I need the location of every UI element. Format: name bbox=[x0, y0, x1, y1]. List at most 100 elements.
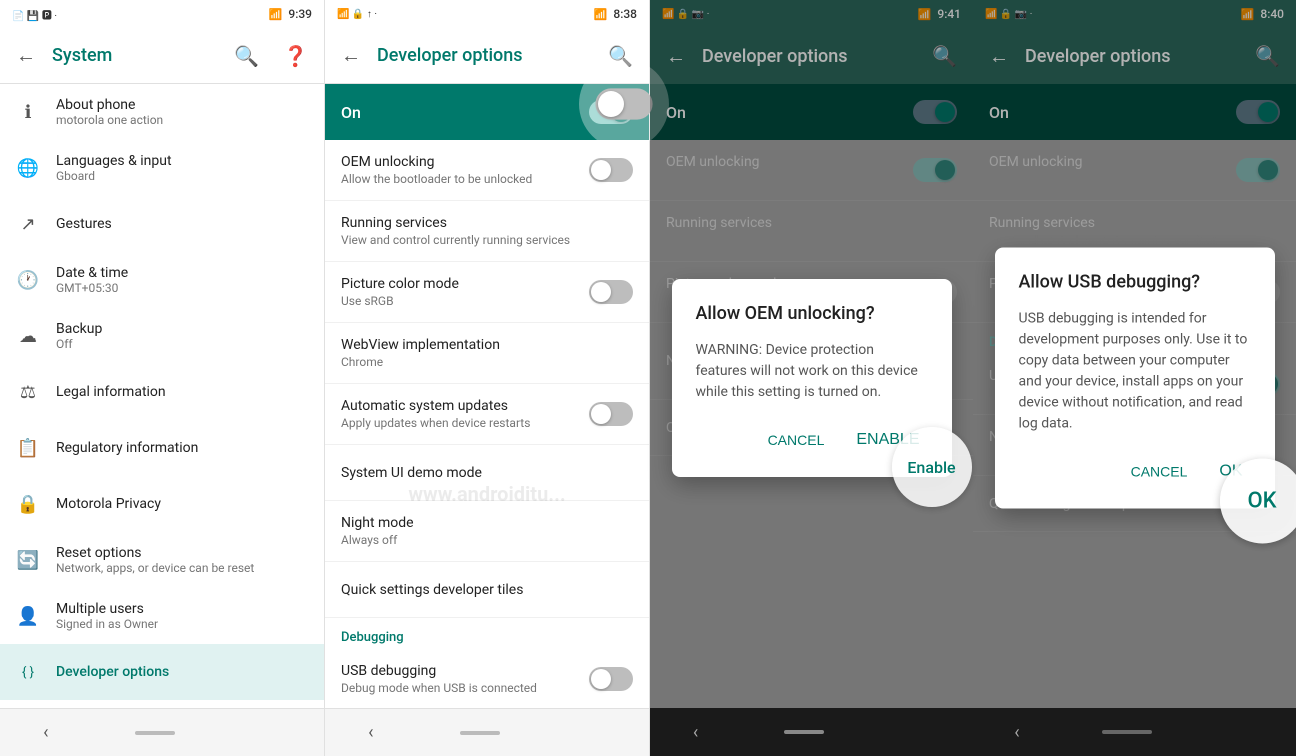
oem-dialog-title: Allow OEM unlocking? bbox=[696, 303, 928, 324]
back-nav-p3[interactable]: ‹ bbox=[693, 722, 698, 743]
gestures-icon: ↗ bbox=[16, 212, 40, 236]
languages-subtitle: Gboard bbox=[56, 169, 308, 183]
about-icon: ℹ bbox=[16, 100, 40, 124]
watermark-p2: www.androiditu... bbox=[408, 482, 565, 506]
home-pill-p4 bbox=[1102, 730, 1152, 734]
notification-icons-p2: 📶 🔒 ↑ · bbox=[337, 9, 377, 20]
dev-item-autoupdate[interactable]: Automatic system updates Apply updates w… bbox=[325, 384, 649, 445]
dev-item-nightmode[interactable]: Night mode Always off bbox=[325, 501, 649, 562]
status-bar-p2: 📶 🔒 ↑ · 📶 8:38 bbox=[325, 0, 649, 28]
bottom-nav-p3: ‹ bbox=[650, 708, 973, 756]
languages-title: Languages & input bbox=[56, 153, 308, 169]
oem-cancel-button[interactable]: Cancel bbox=[760, 427, 833, 453]
panel-developer-usb-dialog: 📶 🔒 📷 · 📶 8:40 ← Developer options 🔍 On … bbox=[973, 0, 1296, 756]
sidebar-item-developer[interactable]: { } Developer options bbox=[0, 644, 324, 700]
dev-item-webview[interactable]: WebView implementation Chrome bbox=[325, 323, 649, 384]
dev-item-quicktiles[interactable]: Quick settings developer tiles bbox=[325, 562, 649, 618]
home-pill-p2 bbox=[460, 731, 500, 735]
developer-title: Developer options bbox=[56, 664, 308, 680]
sidebar-item-gestures[interactable]: ↗ Gestures bbox=[0, 196, 324, 252]
enable-circle-overlay[interactable]: Enable bbox=[892, 427, 972, 507]
datetime-subtitle: GMT+05:30 bbox=[56, 281, 308, 295]
sidebar-item-backup[interactable]: ☁ Backup Off bbox=[0, 308, 324, 364]
usb-cancel-button[interactable]: Cancel bbox=[1123, 459, 1196, 485]
developer-icon: { } bbox=[16, 660, 40, 684]
panel-system-settings: 📄 💾 🅿 · 📶 9:39 ← System 🔍 ❓ ℹ About phon… bbox=[0, 0, 325, 756]
oem-dialog-container: Allow OEM unlocking? WARNING: Device pro… bbox=[672, 279, 952, 477]
sidebar-item-languages[interactable]: 🌐 Languages & input Gboard bbox=[0, 140, 324, 196]
sidebar-item-reset[interactable]: 🔄 Reset options Network, apps, or device… bbox=[0, 532, 324, 588]
developer-list-p2: OEM unlocking Allow the bootloader to be… bbox=[325, 140, 649, 708]
panel-developer-oem-dialog: 📶 🔒 📷 · 📶 9:41 ← Developer options 🔍 On … bbox=[650, 0, 973, 756]
sidebar-item-privacy[interactable]: 🔒 Motorola Privacy bbox=[0, 476, 324, 532]
gestures-title: Gestures bbox=[56, 216, 308, 232]
regulatory-icon: 📋 bbox=[16, 436, 40, 460]
back-nav-p2[interactable]: ‹ bbox=[368, 722, 373, 743]
time-p1: 9:39 bbox=[288, 7, 312, 21]
home-pill-p3 bbox=[784, 730, 824, 734]
enable-circle-label: Enable bbox=[907, 458, 955, 477]
search-icon-p1[interactable]: 🔍 bbox=[234, 44, 259, 68]
ok-circle-label: OK bbox=[1247, 489, 1276, 514]
settings-list: ℹ About phone motorola one action 🌐 Lang… bbox=[0, 84, 324, 708]
users-icon: 👤 bbox=[16, 604, 40, 628]
on-label-p2: On bbox=[341, 103, 589, 122]
about-title: About phone bbox=[56, 97, 308, 113]
dev-item-running[interactable]: Running services View and control curren… bbox=[325, 201, 649, 262]
privacy-title: Motorola Privacy bbox=[56, 496, 308, 512]
back-icon-p2[interactable]: ← bbox=[341, 43, 361, 68]
usb-dialog-title: Allow USB debugging? bbox=[1019, 272, 1251, 293]
page-title-p1: System bbox=[52, 45, 210, 66]
panel-developer-options: 📶 🔒 ↑ · 📶 8:38 ← Developer options 🔍 On … bbox=[325, 0, 650, 756]
bottom-nav-p1: ‹ bbox=[0, 708, 324, 756]
dev-item-usbdebug[interactable]: USB debugging Debug mode when USB is con… bbox=[325, 649, 649, 708]
reset-icon: 🔄 bbox=[16, 548, 40, 572]
bottom-nav-p2: ‹ bbox=[325, 708, 649, 756]
status-icons-p1: 📄 💾 🅿 · bbox=[12, 7, 57, 22]
notification-icons-p1: 📄 💾 🅿 · bbox=[12, 7, 57, 22]
usbdebug-toggle-p2[interactable] bbox=[589, 667, 633, 691]
backup-icon: ☁ bbox=[16, 324, 40, 348]
users-title: Multiple users bbox=[56, 601, 308, 617]
status-bar-p1: 📄 💾 🅿 · 📶 9:39 bbox=[0, 0, 324, 28]
about-subtitle: motorola one action bbox=[56, 113, 308, 127]
dev-item-oem[interactable]: OEM unlocking Allow the bootloader to be… bbox=[325, 140, 649, 201]
usb-dialog-container: Allow USB debugging? USB debugging is in… bbox=[995, 248, 1275, 509]
color-toggle-p2[interactable] bbox=[589, 280, 633, 304]
autoupdate-toggle-p2[interactable] bbox=[589, 402, 633, 426]
legal-title: Legal information bbox=[56, 384, 308, 400]
sidebar-item-legal[interactable]: ⚖ Legal information bbox=[0, 364, 324, 420]
wifi-icon-p2: 📶 bbox=[594, 8, 608, 21]
sidebar-item-datetime[interactable]: 🕐 Date & time GMT+05:30 bbox=[0, 252, 324, 308]
toggle-inner-p2[interactable] bbox=[595, 88, 652, 119]
back-icon-p1[interactable]: ← bbox=[16, 43, 36, 68]
on-header-p2[interactable]: On bbox=[325, 84, 649, 140]
time-p2: 8:38 bbox=[613, 7, 637, 21]
sidebar-item-about[interactable]: ℹ About phone motorola one action bbox=[0, 84, 324, 140]
datetime-title: Date & time bbox=[56, 265, 308, 281]
sidebar-item-system-updates[interactable]: 📱 System updates Updated to Android 9 bbox=[0, 700, 324, 708]
legal-icon: ⚖ bbox=[16, 380, 40, 404]
ok-circle-overlay[interactable]: OK bbox=[1220, 459, 1296, 544]
bottom-nav-p4: ‹ bbox=[973, 708, 1296, 756]
help-icon-p1[interactable]: ❓ bbox=[283, 44, 308, 68]
sidebar-item-regulatory[interactable]: 📋 Regulatory information bbox=[0, 420, 324, 476]
usb-dialog-body: USB debugging is intended for developmen… bbox=[1019, 309, 1251, 435]
users-subtitle: Signed in as Owner bbox=[56, 617, 308, 631]
debugging-section-label-p2: Debugging bbox=[325, 618, 649, 649]
backup-title: Backup bbox=[56, 321, 308, 337]
oem-dialog-body: WARNING: Device protection features will… bbox=[696, 340, 928, 403]
oem-toggle-p2[interactable] bbox=[589, 158, 633, 182]
page-title-p2: Developer options bbox=[377, 45, 584, 66]
usb-dialog-actions: Cancel OK bbox=[1019, 459, 1251, 485]
back-nav-p4[interactable]: ‹ bbox=[1014, 722, 1019, 743]
backup-subtitle: Off bbox=[56, 337, 308, 351]
dev-item-color[interactable]: Picture color mode Use sRGB bbox=[325, 262, 649, 323]
back-nav-p1[interactable]: ‹ bbox=[43, 722, 48, 743]
oem-dialog-actions: Cancel Enable bbox=[696, 427, 928, 453]
privacy-icon: 🔒 bbox=[16, 492, 40, 516]
languages-icon: 🌐 bbox=[16, 156, 40, 180]
reset-title: Reset options bbox=[56, 545, 308, 561]
home-pill-p1 bbox=[135, 731, 175, 735]
sidebar-item-users[interactable]: 👤 Multiple users Signed in as Owner bbox=[0, 588, 324, 644]
